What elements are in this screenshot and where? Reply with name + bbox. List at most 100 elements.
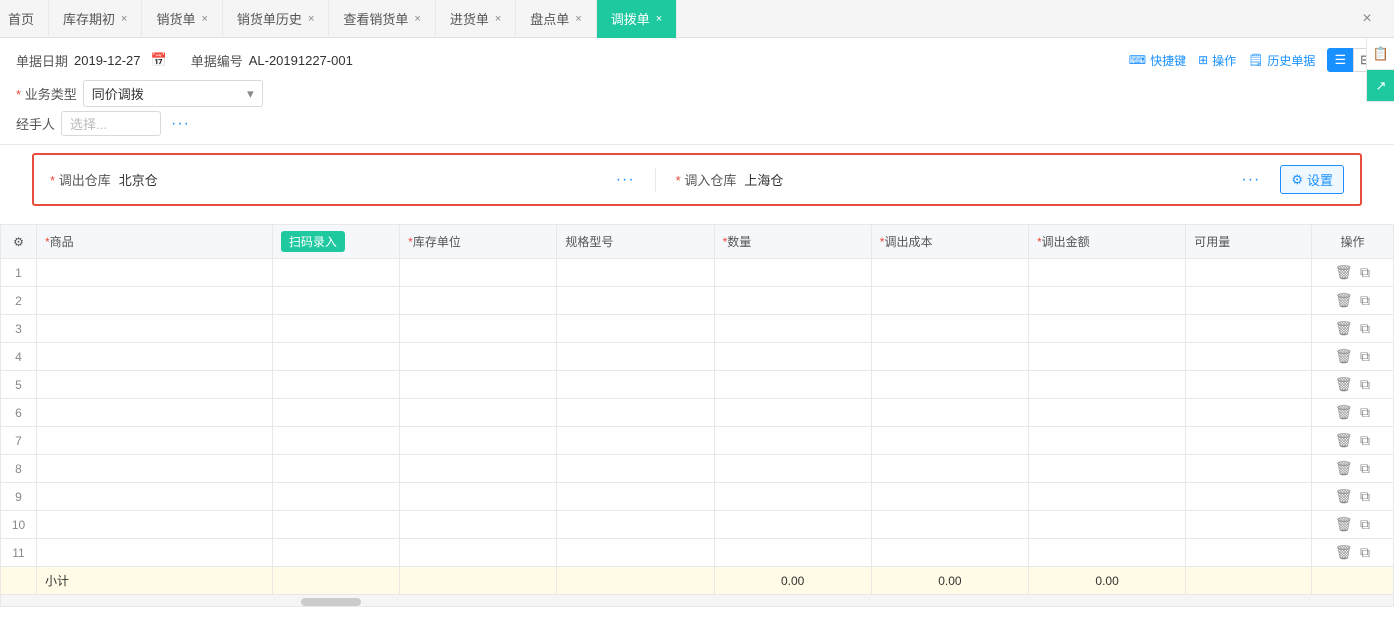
table-cell[interactable] <box>714 259 871 287</box>
date-value[interactable]: 2019-12-27 <box>74 53 141 68</box>
table-cell[interactable] <box>871 315 1028 343</box>
table-cell[interactable] <box>557 539 714 567</box>
table-cell[interactable] <box>714 455 871 483</box>
table-cell[interactable] <box>37 511 273 539</box>
table-cell[interactable] <box>871 511 1028 539</box>
table-cell[interactable] <box>714 483 871 511</box>
table-cell[interactable] <box>1028 259 1185 287</box>
table-cell[interactable] <box>714 371 871 399</box>
close-stock-check[interactable]: × <box>575 13 581 25</box>
calendar-icon[interactable]: 📅 <box>151 52 167 68</box>
table-cell[interactable] <box>557 511 714 539</box>
business-type-select[interactable]: 同价调拨 ▾ <box>83 80 263 107</box>
table-cell[interactable] <box>714 343 871 371</box>
warehouse-in-more-icon[interactable]: ··· <box>1241 171 1260 189</box>
table-cell[interactable] <box>1028 539 1185 567</box>
table-cell[interactable] <box>557 427 714 455</box>
table-cell[interactable] <box>871 371 1028 399</box>
table-cell[interactable] <box>400 287 557 315</box>
table-cell[interactable] <box>714 511 871 539</box>
view-list-button[interactable]: ☰ <box>1327 48 1353 72</box>
tab-stock-check[interactable]: 盘点单 × <box>516 0 596 38</box>
table-cell[interactable] <box>714 427 871 455</box>
table-cell[interactable] <box>871 287 1028 315</box>
table-cell[interactable] <box>871 539 1028 567</box>
tab-view-sales[interactable]: 查看销货单 × <box>329 0 435 38</box>
table-cell[interactable] <box>1028 511 1185 539</box>
close-purchase-order[interactable]: × <box>495 13 501 25</box>
close-inventory-init[interactable]: × <box>121 13 127 25</box>
table-cell[interactable] <box>557 371 714 399</box>
copy-icon[interactable]: ⧉ <box>1360 544 1370 560</box>
table-cell[interactable] <box>37 455 273 483</box>
col-gear[interactable]: ⚙ <box>1 225 37 259</box>
table-cell[interactable] <box>272 315 399 343</box>
handler-input[interactable]: 选择... <box>61 111 161 136</box>
table-cell[interactable] <box>1028 371 1185 399</box>
table-cell[interactable] <box>400 539 557 567</box>
tab-inventory-init[interactable]: 库存期初 × <box>49 0 142 38</box>
delete-icon[interactable]: 🗑 <box>1335 404 1353 420</box>
table-cell[interactable] <box>1028 315 1185 343</box>
table-cell[interactable] <box>400 343 557 371</box>
table-cell[interactable] <box>400 511 557 539</box>
table-cell[interactable] <box>557 315 714 343</box>
table-cell[interactable] <box>37 343 273 371</box>
table-cell[interactable] <box>400 427 557 455</box>
table-cell[interactable] <box>557 455 714 483</box>
table-cell[interactable] <box>714 315 871 343</box>
delete-icon[interactable]: 🗑 <box>1335 460 1353 476</box>
tab-sales-history[interactable]: 销货单历史 × <box>223 0 329 38</box>
close-sales-history[interactable]: × <box>308 13 314 25</box>
table-cell[interactable] <box>557 287 714 315</box>
tab-home[interactable]: 首页 <box>8 0 49 38</box>
table-cell[interactable] <box>557 259 714 287</box>
copy-icon[interactable]: ⧉ <box>1360 320 1370 336</box>
tab-sales-order[interactable]: 销货单 × <box>142 0 222 38</box>
table-cell[interactable] <box>871 259 1028 287</box>
table-cell[interactable] <box>1028 399 1185 427</box>
delete-icon[interactable]: 🗑 <box>1335 376 1353 392</box>
delete-icon[interactable]: 🗑 <box>1335 320 1353 336</box>
table-cell[interactable] <box>272 427 399 455</box>
table-cell[interactable] <box>714 287 871 315</box>
table-cell[interactable] <box>400 455 557 483</box>
sidebar-doc-icon[interactable]: 📋 <box>1367 38 1394 70</box>
table-cell[interactable] <box>272 511 399 539</box>
table-cell[interactable] <box>400 371 557 399</box>
close-view-sales[interactable]: × <box>414 13 420 25</box>
table-cell[interactable] <box>272 259 399 287</box>
shortcuts-button[interactable]: ⌨ 快捷键 <box>1129 52 1186 69</box>
delete-icon[interactable]: 🗑 <box>1335 544 1353 560</box>
table-cell[interactable] <box>272 399 399 427</box>
window-close-button[interactable]: × <box>1348 0 1386 38</box>
copy-icon[interactable]: ⧉ <box>1360 432 1370 448</box>
scan-button[interactable]: 扫码录入 <box>281 231 345 252</box>
copy-icon[interactable]: ⧉ <box>1360 488 1370 504</box>
history-button[interactable]: 🗒 历史单据 <box>1248 52 1315 69</box>
operations-button[interactable]: ⊞ 操作 <box>1198 52 1236 69</box>
copy-icon[interactable]: ⧉ <box>1360 348 1370 364</box>
table-cell[interactable] <box>871 399 1028 427</box>
table-cell[interactable] <box>37 539 273 567</box>
table-cell[interactable] <box>871 483 1028 511</box>
table-cell[interactable] <box>871 343 1028 371</box>
table-cell[interactable] <box>714 539 871 567</box>
delete-icon[interactable]: 🗑 <box>1335 264 1353 280</box>
table-cell[interactable] <box>1028 483 1185 511</box>
handler-more-icon[interactable]: ··· <box>171 115 190 133</box>
table-cell[interactable] <box>37 371 273 399</box>
table-cell[interactable] <box>714 399 871 427</box>
copy-icon[interactable]: ⧉ <box>1360 376 1370 392</box>
table-cell[interactable] <box>1028 287 1185 315</box>
table-cell[interactable] <box>37 399 273 427</box>
table-cell[interactable] <box>37 287 273 315</box>
close-transfer-order[interactable]: × <box>656 13 662 25</box>
table-cell[interactable] <box>272 287 399 315</box>
delete-icon[interactable]: 🗑 <box>1335 488 1353 504</box>
table-cell[interactable] <box>400 399 557 427</box>
table-cell[interactable] <box>37 483 273 511</box>
table-cell[interactable] <box>272 371 399 399</box>
table-cell[interactable] <box>1028 427 1185 455</box>
table-cell[interactable] <box>272 483 399 511</box>
